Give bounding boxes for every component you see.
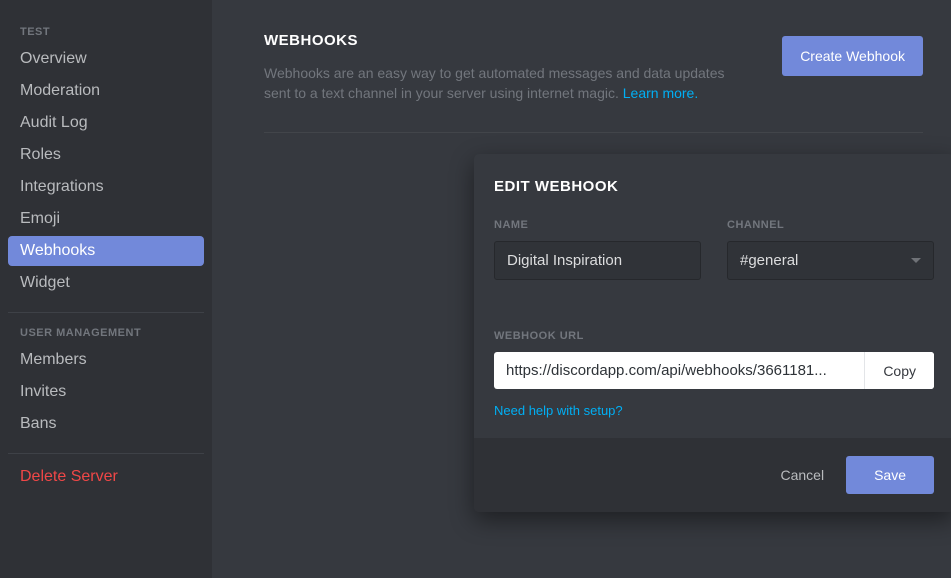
page-description: Webhooks are an easy way to get automate… [264,63,754,104]
copy-button[interactable]: Copy [864,352,934,389]
sidebar-item-invites[interactable]: Invites [8,377,204,407]
modal-footer: Cancel Save [474,438,951,512]
sidebar-item-members[interactable]: Members [8,345,204,375]
cancel-button[interactable]: Cancel [780,467,824,483]
sidebar-item-emoji[interactable]: Emoji [8,204,204,234]
sidebar-item-overview[interactable]: Overview [8,44,204,74]
sidebar-item-roles[interactable]: Roles [8,140,204,170]
divider [8,312,204,313]
divider [8,453,204,454]
sidebar-item-webhooks[interactable]: Webhooks [8,236,204,266]
url-label: WEBHOOK URL [494,330,934,342]
sidebar-item-audit-log[interactable]: Audit Log [8,108,204,138]
modal-title: EDIT WEBHOOK [494,178,934,195]
webhook-url-row: https://discordapp.com/api/webhooks/3661… [494,352,934,389]
edit-webhook-modal: EDIT WEBHOOK NAME CHANNEL #general WEBHO… [474,154,951,512]
save-button[interactable]: Save [846,456,934,494]
help-link[interactable]: Need help with setup? [494,403,623,418]
sidebar-item-moderation[interactable]: Moderation [8,76,204,106]
sidebar-item-delete-server[interactable]: Delete Server [8,462,204,492]
main-header: WEBHOOKS Webhooks are an easy way to get… [264,32,923,133]
webhook-url[interactable]: https://discordapp.com/api/webhooks/3661… [494,352,864,389]
name-input[interactable] [494,241,701,280]
create-webhook-button[interactable]: Create Webhook [782,36,923,76]
sidebar-section-user-management: USER MANAGEMENT [8,321,204,345]
page-title: WEBHOOKS [264,32,754,49]
sidebar: TEST Overview Moderation Audit Log Roles… [0,0,212,578]
channel-select[interactable]: #general [727,241,934,280]
learn-more-link[interactable]: Learn more. [623,85,698,101]
sidebar-item-integrations[interactable]: Integrations [8,172,204,202]
main-content: WEBHOOKS Webhooks are an easy way to get… [212,0,951,578]
name-label: NAME [494,219,701,231]
sidebar-item-widget[interactable]: Widget [8,268,204,298]
chevron-down-icon [911,258,921,263]
channel-value: #general [740,252,798,269]
sidebar-section-test: TEST [8,20,204,44]
channel-label: CHANNEL [727,219,934,231]
sidebar-item-bans[interactable]: Bans [8,409,204,439]
